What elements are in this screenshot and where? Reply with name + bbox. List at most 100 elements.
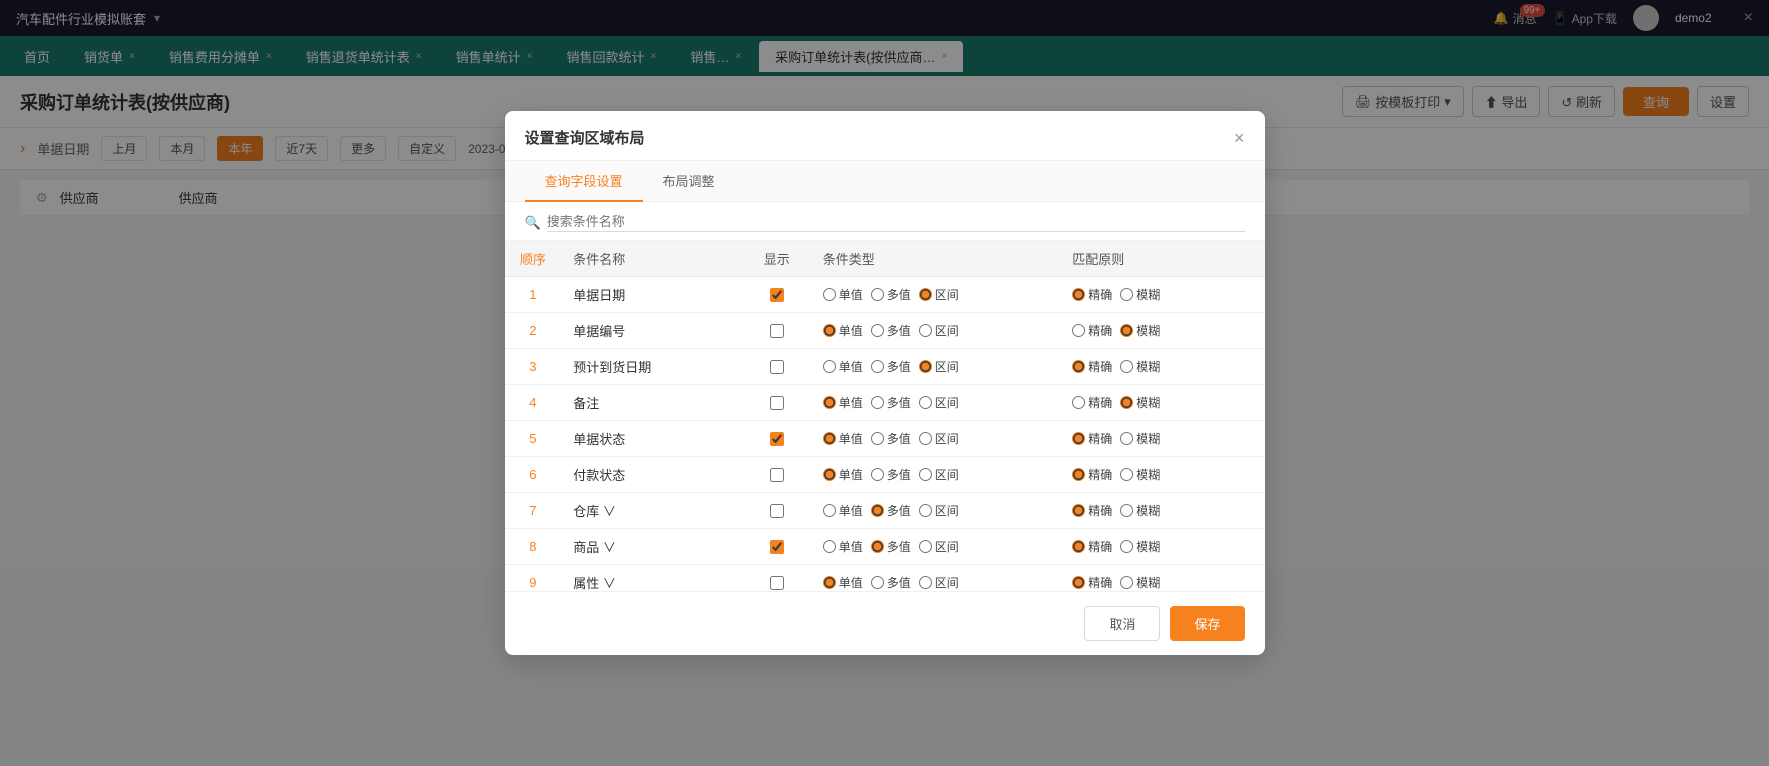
- cell-order: 1: [505, 277, 562, 313]
- settings-dialog: 设置查询区域布局 × 查询字段设置 布局调整 🔍 顺序: [505, 111, 1265, 655]
- radio-type-区间[interactable]: 区间: [919, 286, 959, 303]
- radio-type-单值[interactable]: 单值: [823, 538, 863, 555]
- radio-match-精确[interactable]: 精确: [1072, 538, 1112, 555]
- cell-match: 精确模糊: [1060, 313, 1264, 349]
- radio-type-区间[interactable]: 区间: [919, 574, 959, 591]
- th-order: 顺序: [505, 241, 562, 277]
- cell-show: [743, 493, 811, 529]
- cell-order: 4: [505, 385, 562, 421]
- table-row: 6付款状态单值多值区间精确模糊: [505, 457, 1265, 493]
- cell-type: 单值多值区间: [811, 385, 1061, 421]
- radio-type-多值[interactable]: 多值: [871, 358, 911, 375]
- cell-match: 精确模糊: [1060, 421, 1264, 457]
- radio-type-多值[interactable]: 多值: [871, 430, 911, 447]
- radio-type-单值[interactable]: 单值: [823, 466, 863, 483]
- radio-match-模糊[interactable]: 模糊: [1120, 466, 1160, 483]
- conditions-table: 顺序 条件名称 显示 条件类型 匹配原则 1单据日期单值多值区间精确模糊2单据编…: [505, 241, 1265, 591]
- cell-name: 单据编号: [561, 313, 742, 349]
- cell-type: 单值多值区间: [811, 277, 1061, 313]
- radio-match-模糊[interactable]: 模糊: [1120, 574, 1160, 591]
- radio-type-单值[interactable]: 单值: [823, 430, 863, 447]
- cell-name: 单据状态: [561, 421, 742, 457]
- cell-match: 精确模糊: [1060, 565, 1264, 592]
- radio-match-精确[interactable]: 精确: [1072, 358, 1112, 375]
- tab-field-settings[interactable]: 查询字段设置: [525, 161, 643, 202]
- radio-type-多值[interactable]: 多值: [871, 286, 911, 303]
- radio-match-精确[interactable]: 精确: [1072, 286, 1112, 303]
- search-icon: 🔍: [525, 215, 541, 231]
- radio-type-单值[interactable]: 单值: [823, 358, 863, 375]
- table-row: 2单据编号单值多值区间精确模糊: [505, 313, 1265, 349]
- dialog-overlay: 设置查询区域布局 × 查询字段设置 布局调整 🔍 顺序: [0, 0, 1769, 766]
- radio-match-精确[interactable]: 精确: [1072, 322, 1112, 339]
- dialog-close-btn[interactable]: ×: [1234, 129, 1245, 147]
- radio-type-区间[interactable]: 区间: [919, 322, 959, 339]
- show-checkbox[interactable]: [770, 396, 784, 410]
- table-row: 5单据状态 单值多值区间 精确模糊: [505, 421, 1265, 457]
- table-row: 9属性 ∨单值多值区间精确模糊: [505, 565, 1265, 592]
- radio-type-区间[interactable]: 区间: [919, 502, 959, 519]
- show-checkbox[interactable]: [770, 504, 784, 518]
- th-name: 条件名称: [561, 241, 742, 277]
- radio-type-区间[interactable]: 区间: [919, 358, 959, 375]
- radio-type-多值[interactable]: 多值: [871, 394, 911, 411]
- cell-show: [743, 385, 811, 421]
- radio-match-模糊[interactable]: 模糊: [1120, 286, 1160, 303]
- save-button[interactable]: 保存: [1170, 606, 1244, 641]
- cell-order: 6: [505, 457, 562, 493]
- radio-match-精确[interactable]: 精确: [1072, 502, 1112, 519]
- radio-match-模糊[interactable]: 模糊: [1120, 358, 1160, 375]
- radio-match-精确[interactable]: 精确: [1072, 430, 1112, 447]
- cell-type: 单值多值区间: [811, 529, 1061, 565]
- table-row: 7仓库 ∨单值多值区间精确模糊: [505, 493, 1265, 529]
- radio-match-模糊[interactable]: 模糊: [1120, 430, 1160, 447]
- radio-type-多值[interactable]: 多值: [871, 502, 911, 519]
- radio-type-多值[interactable]: 多值: [871, 466, 911, 483]
- cell-show: [743, 457, 811, 493]
- cell-type: 单值多值区间: [811, 457, 1061, 493]
- cell-order: 5: [505, 421, 562, 457]
- cell-show: [743, 277, 811, 313]
- show-checkbox[interactable]: [770, 288, 784, 302]
- radio-type-区间[interactable]: 区间: [919, 466, 959, 483]
- radio-match-模糊[interactable]: 模糊: [1120, 538, 1160, 555]
- cell-show: [743, 349, 811, 385]
- th-match: 匹配原则: [1060, 241, 1264, 277]
- conditions-tbody: 1单据日期单值多值区间精确模糊2单据编号单值多值区间精确模糊3预计到货日期单值多…: [505, 277, 1265, 592]
- radio-type-多值[interactable]: 多值: [871, 538, 911, 555]
- radio-type-区间[interactable]: 区间: [919, 538, 959, 555]
- show-checkbox[interactable]: [770, 360, 784, 374]
- radio-match-模糊[interactable]: 模糊: [1120, 394, 1160, 411]
- cell-type: 单值多值区间: [811, 313, 1061, 349]
- cell-show: [743, 421, 811, 457]
- radio-type-单值[interactable]: 单值: [823, 286, 863, 303]
- radio-type-单值[interactable]: 单值: [823, 394, 863, 411]
- tab-layout-adjust[interactable]: 布局调整: [643, 161, 735, 202]
- cell-name: 付款状态: [561, 457, 742, 493]
- radio-type-单值[interactable]: 单值: [823, 574, 863, 591]
- radio-match-模糊[interactable]: 模糊: [1120, 322, 1160, 339]
- show-checkbox[interactable]: [770, 468, 784, 482]
- show-checkbox[interactable]: [770, 576, 784, 590]
- table-row: 4备注单值多值区间精确模糊: [505, 385, 1265, 421]
- cell-show: [743, 529, 811, 565]
- cell-order: 9: [505, 565, 562, 592]
- show-checkbox[interactable]: [770, 540, 784, 554]
- radio-type-单值[interactable]: 单值: [823, 322, 863, 339]
- radio-type-多值[interactable]: 多值: [871, 322, 911, 339]
- table-row: 1单据日期单值多值区间精确模糊: [505, 277, 1265, 313]
- table-row: 8商品 ∨单值多值区间精确模糊: [505, 529, 1265, 565]
- search-input[interactable]: [547, 214, 1245, 229]
- radio-type-单值[interactable]: 单值: [823, 502, 863, 519]
- radio-type-多值[interactable]: 多值: [871, 574, 911, 591]
- cancel-button[interactable]: 取消: [1084, 606, 1160, 641]
- radio-match-模糊[interactable]: 模糊: [1120, 502, 1160, 519]
- show-checkbox[interactable]: [770, 432, 784, 446]
- radio-type-区间[interactable]: 区间: [919, 394, 959, 411]
- radio-match-精确[interactable]: 精确: [1072, 466, 1112, 483]
- cell-show: [743, 313, 811, 349]
- radio-match-精确[interactable]: 精确: [1072, 394, 1112, 411]
- show-checkbox[interactable]: [770, 324, 784, 338]
- radio-match-精确[interactable]: 精确: [1072, 574, 1112, 591]
- radio-type-区间[interactable]: 区间: [919, 430, 959, 447]
